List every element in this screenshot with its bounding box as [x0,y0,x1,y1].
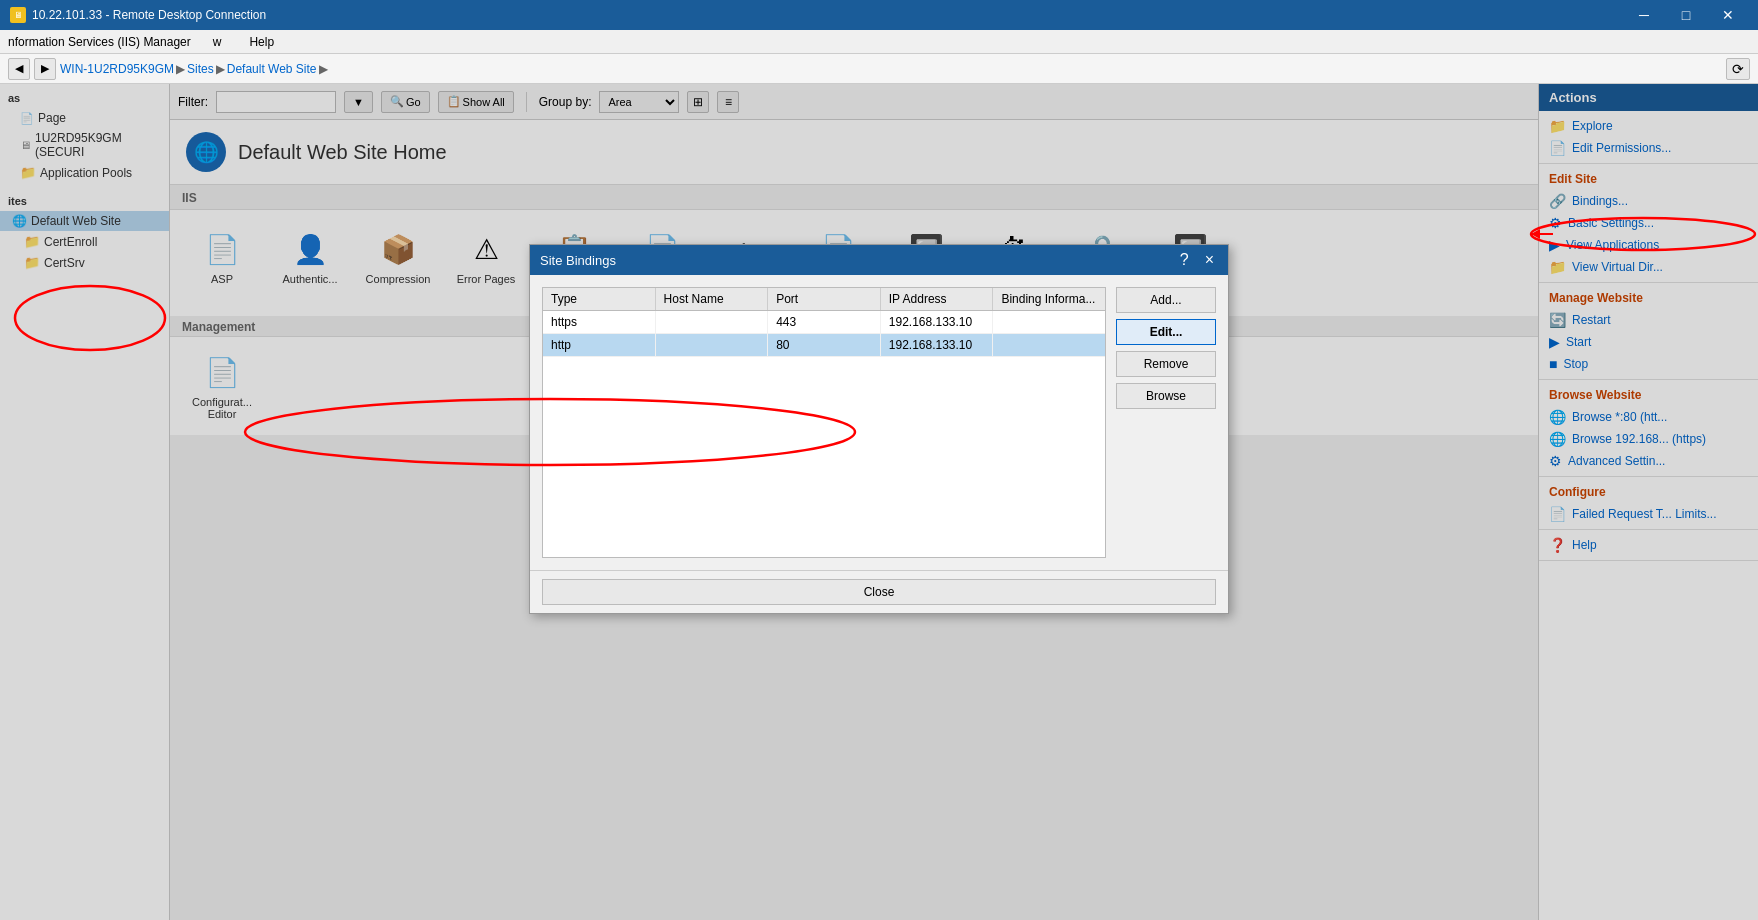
binding-info-https [993,311,1105,333]
dialog-help-button[interactable]: ? [1176,251,1193,269]
dialog-title-bar: Site Bindings ? × [530,245,1228,275]
binding-info-http [993,334,1105,356]
binding-row-https[interactable]: https 443 192.168.133.10 [543,311,1105,334]
browse-binding-button[interactable]: Browse [1116,383,1216,409]
dialog-overlay: Site Bindings ? × Type Host Name Port IP… [0,84,1758,920]
title-bar: 🖥 10.22.101.33 - Remote Desktop Connecti… [0,0,1758,30]
minimize-button[interactable]: ─ [1624,0,1664,30]
close-dialog-button[interactable]: Close [542,579,1216,605]
binding-type-http: http [543,334,656,356]
maximize-button[interactable]: □ [1666,0,1706,30]
binding-row-http[interactable]: http 80 192.168.133.10 [543,334,1105,357]
menu-bar: nformation Services (IIS) Manager w Help [0,30,1758,54]
dialog-action-buttons: Add... Edit... Remove Browse [1116,287,1216,558]
app-title: nformation Services (IIS) Manager [8,35,191,49]
menu-item-w[interactable]: w [207,33,228,51]
binding-ip-http: 192.168.133.10 [881,334,994,356]
breadcrumb-current[interactable]: Default Web Site [227,62,317,76]
close-button[interactable]: ✕ [1708,0,1748,30]
remove-binding-button[interactable]: Remove [1116,351,1216,377]
dialog-close-button[interactable]: × [1201,251,1218,269]
col-port: Port [768,288,881,310]
window-title: 10.22.101.33 - Remote Desktop Connection [32,8,266,22]
binding-port-https: 443 [768,311,881,333]
binding-hostname-https [656,311,769,333]
table-header: Type Host Name Port IP Address Binding I… [542,287,1106,310]
binding-port-http: 80 [768,334,881,356]
dialog-footer: Close [530,570,1228,613]
dialog-table-area: Type Host Name Port IP Address Binding I… [542,287,1106,558]
binding-ip-https: 192.168.133.10 [881,311,994,333]
app-icon: 🖥 [10,7,26,23]
site-bindings-dialog: Site Bindings ? × Type Host Name Port IP… [529,244,1229,614]
col-type: Type [543,288,656,310]
menu-item-help[interactable]: Help [243,33,280,51]
refresh-button[interactable]: ⟳ [1726,58,1750,80]
bindings-table: https 443 192.168.133.10 http 80 192.168… [542,310,1106,558]
breadcrumb-sites[interactable]: Sites [187,62,214,76]
breadcrumb: WIN-1U2RD95K9GM ▶ Sites ▶ Default Web Si… [60,62,328,76]
edit-binding-button[interactable]: Edit... [1116,319,1216,345]
binding-type-https: https [543,311,656,333]
col-info: Binding Informa... [993,288,1105,310]
col-ip: IP Address [881,288,994,310]
breadcrumb-server[interactable]: WIN-1U2RD95K9GM [60,62,174,76]
address-bar: ◀ ▶ WIN-1U2RD95K9GM ▶ Sites ▶ Default We… [0,54,1758,84]
forward-button[interactable]: ▶ [34,58,56,80]
add-binding-button[interactable]: Add... [1116,287,1216,313]
col-hostname: Host Name [656,288,769,310]
table-empty-area [543,357,1105,557]
binding-hostname-http [656,334,769,356]
back-button[interactable]: ◀ [8,58,30,80]
dialog-title: Site Bindings [540,253,616,268]
dialog-body: Type Host Name Port IP Address Binding I… [530,275,1228,570]
